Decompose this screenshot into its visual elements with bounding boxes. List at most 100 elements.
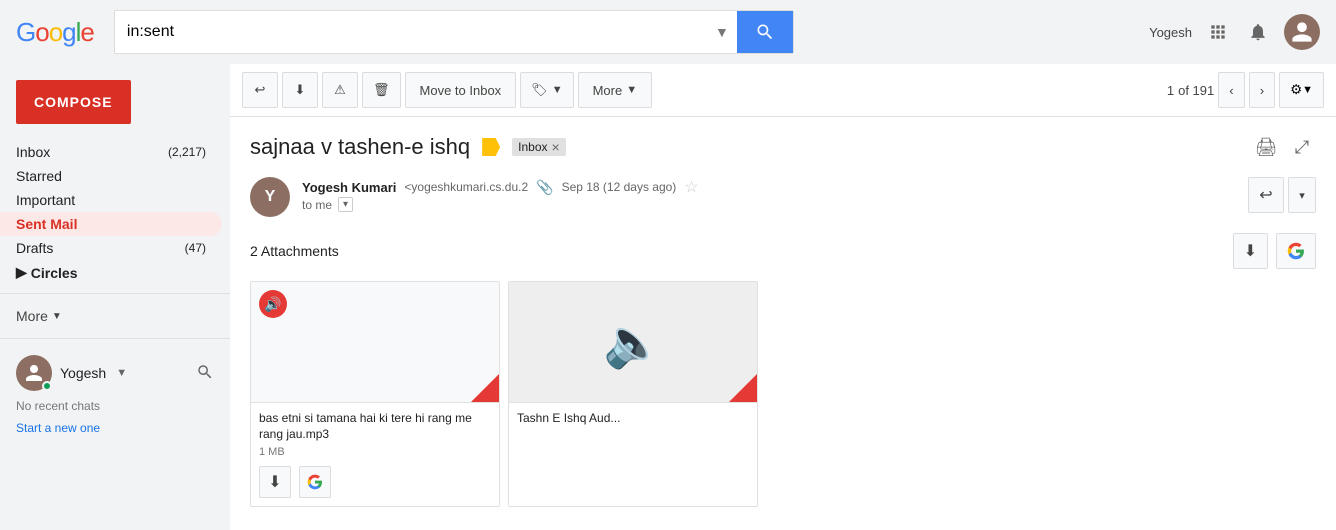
attachments-section: 2 Attachments ⬇ 🔊	[250, 233, 1316, 507]
sidebar-item-label: Starred	[16, 168, 62, 184]
inbox-badge-close[interactable]: ×	[552, 140, 560, 154]
to-me-dropdown[interactable]: ▾	[338, 197, 353, 212]
settings-button[interactable]: ⚙ ▼	[1279, 72, 1324, 108]
sender-avatar: Y	[250, 177, 290, 217]
sidebar-more[interactable]: More ▼	[0, 302, 230, 330]
attachments-title: 2 Attachments	[250, 243, 339, 259]
search-icon	[755, 22, 775, 42]
compose-button[interactable]: COMPOSE	[16, 80, 131, 124]
chat-user-name: Yogesh	[60, 365, 106, 381]
logo-text: Google	[16, 17, 94, 48]
more-reply-button[interactable]: ▾	[1288, 177, 1316, 213]
attachment-buttons: ⬇	[1233, 233, 1316, 269]
inbox-badge-label: Inbox	[518, 140, 547, 154]
folder-tag-icon	[482, 138, 500, 156]
star-icon[interactable]: ☆	[684, 177, 698, 197]
reply-all-button[interactable]: ↩	[242, 72, 278, 108]
sidebar-divider2	[0, 338, 230, 339]
more-dropdown-icon: ▼	[626, 84, 637, 96]
sidebar-item-starred[interactable]: Starred	[0, 164, 222, 188]
next-page-button[interactable]: ›	[1249, 72, 1275, 108]
attachments-header: 2 Attachments ⬇	[250, 233, 1316, 269]
audio-icon-1: 🔊	[259, 290, 287, 318]
download-attachment-1[interactable]: ⬇	[259, 466, 291, 498]
audio-placeholder-icon: 🔈	[603, 314, 663, 371]
main: COMPOSE Inbox (2,217) Starred Important …	[0, 64, 1336, 530]
attachment-actions-1: ⬇	[259, 466, 491, 498]
content-area: ↩ ⬇ ⚠ 🗑 Move to Inbox 🏷 ▼ More ▼ 1 of 19…	[230, 64, 1336, 530]
labels-button[interactable]: 🏷 ▼	[520, 72, 573, 108]
email-view: sajnaa v tashen-e ishq Inbox × 🖨 ⤢ Y Yog…	[230, 117, 1336, 530]
sidebar-item-drafts[interactable]: Drafts (47)	[0, 236, 222, 260]
sidebar-chat: Yogesh ▼ No recent chats Start a new one	[0, 347, 230, 443]
sidebar-item-count: (47)	[185, 241, 206, 255]
email-date: Sep 18 (12 days ago)	[562, 180, 677, 194]
online-dot	[42, 381, 52, 391]
avatar[interactable]	[1284, 14, 1320, 50]
to-me-row: to me ▾	[302, 197, 1236, 212]
inbox-badge: Inbox ×	[512, 138, 566, 156]
user-name: Yogesh	[1149, 25, 1192, 40]
delete-button[interactable]: 🗑	[362, 72, 401, 108]
sidebar-item-label: Sent Mail	[16, 216, 77, 232]
no-recent-chats: No recent chats	[16, 391, 214, 421]
page-of-total: of 191	[1178, 83, 1214, 98]
prev-page-button[interactable]: ‹	[1218, 72, 1244, 108]
start-new-chat[interactable]: Start a new one	[16, 421, 214, 435]
reply-button[interactable]: ↩	[1248, 177, 1284, 213]
sidebar-item-sent[interactable]: Sent Mail	[0, 212, 222, 236]
attachment-preview-1: 🔊	[251, 282, 499, 402]
search-button[interactable]	[737, 11, 793, 53]
labels-dropdown-icon: ▼	[552, 84, 563, 96]
search-dropdown-button[interactable]: ▼	[707, 18, 737, 46]
bell-icon[interactable]	[1244, 18, 1272, 46]
email-actions-right: 🖨 ⤢	[1252, 133, 1316, 161]
corner-fold-1	[471, 374, 499, 402]
spam-button[interactable]: ⚠	[322, 72, 358, 108]
page-current: 1	[1167, 83, 1174, 98]
sidebar-divider	[0, 293, 230, 294]
download-all-button[interactable]: ⬇	[1233, 233, 1268, 269]
sidebar-item-count: (2,217)	[168, 145, 206, 159]
sender-name: Yogesh Kumari	[302, 180, 396, 195]
archive-button[interactable]: ⬇	[282, 72, 318, 108]
sender-name-line: Yogesh Kumari <yogeshkumari.cs.du.2 📎 Se…	[302, 177, 1236, 197]
pagination: 1 of 191 ‹ › ⚙ ▼	[1167, 72, 1324, 108]
move-to-inbox-button[interactable]: Move to Inbox	[405, 72, 517, 108]
save-to-drive-button[interactable]	[1276, 233, 1316, 269]
sidebar-item-label: Drafts	[16, 240, 53, 256]
expand-icon[interactable]: ⤢	[1288, 133, 1316, 161]
sidebar-more-label: More	[16, 308, 48, 324]
logo: Google	[16, 17, 94, 48]
attachments-grid: 🔊 bas etni si tamana hai ki tere hi rang…	[250, 281, 1316, 507]
toolbar: ↩ ⬇ ⚠ 🗑 Move to Inbox 🏷 ▼ More ▼ 1 of 19…	[230, 64, 1336, 117]
email-subject-row: sajnaa v tashen-e ishq Inbox × 🖨 ⤢	[250, 133, 1316, 161]
sidebar-item-label: Important	[16, 192, 75, 208]
chat-user[interactable]: Yogesh ▼	[16, 355, 214, 391]
sidebar-item-label: Circles	[31, 265, 78, 281]
chat-dropdown-icon[interactable]: ▼	[116, 367, 127, 379]
attachment-info-1: bas etni si tamana hai ki tere hi rang m…	[251, 402, 499, 506]
attachment-icon: 📎	[536, 179, 553, 196]
topbar-right: Yogesh	[1149, 14, 1320, 50]
sender-email: <yogeshkumari.cs.du.2	[404, 180, 528, 194]
sidebar-item-label: Inbox	[16, 144, 50, 160]
circles-arrow: ▶	[16, 264, 27, 281]
sidebar-more-arrow: ▼	[52, 311, 62, 322]
chat-search-icon[interactable]	[196, 363, 214, 384]
attachment-name-1: bas etni si tamana hai ki tere hi rang m…	[259, 411, 491, 442]
sidebar-item-circles[interactable]: ▶ Circles	[0, 260, 222, 285]
sender-row: Y Yogesh Kumari <yogeshkumari.cs.du.2 📎 …	[250, 177, 1316, 217]
attachment-name-2: Tashn E Ishq Aud...	[517, 411, 749, 427]
chat-avatar	[16, 355, 52, 391]
more-button[interactable]: More ▼	[578, 72, 653, 108]
search-input[interactable]	[115, 15, 707, 49]
save-to-drive-1[interactable]	[299, 466, 331, 498]
search-bar: ▼	[114, 10, 794, 54]
attachment-info-2: Tashn E Ishq Aud...	[509, 402, 757, 435]
print-icon[interactable]: 🖨	[1252, 133, 1280, 161]
sidebar-item-important[interactable]: Important	[0, 188, 222, 212]
attachment-preview-2: 🔈	[509, 282, 757, 402]
sidebar-item-inbox[interactable]: Inbox (2,217)	[0, 140, 222, 164]
grid-icon[interactable]	[1204, 18, 1232, 46]
